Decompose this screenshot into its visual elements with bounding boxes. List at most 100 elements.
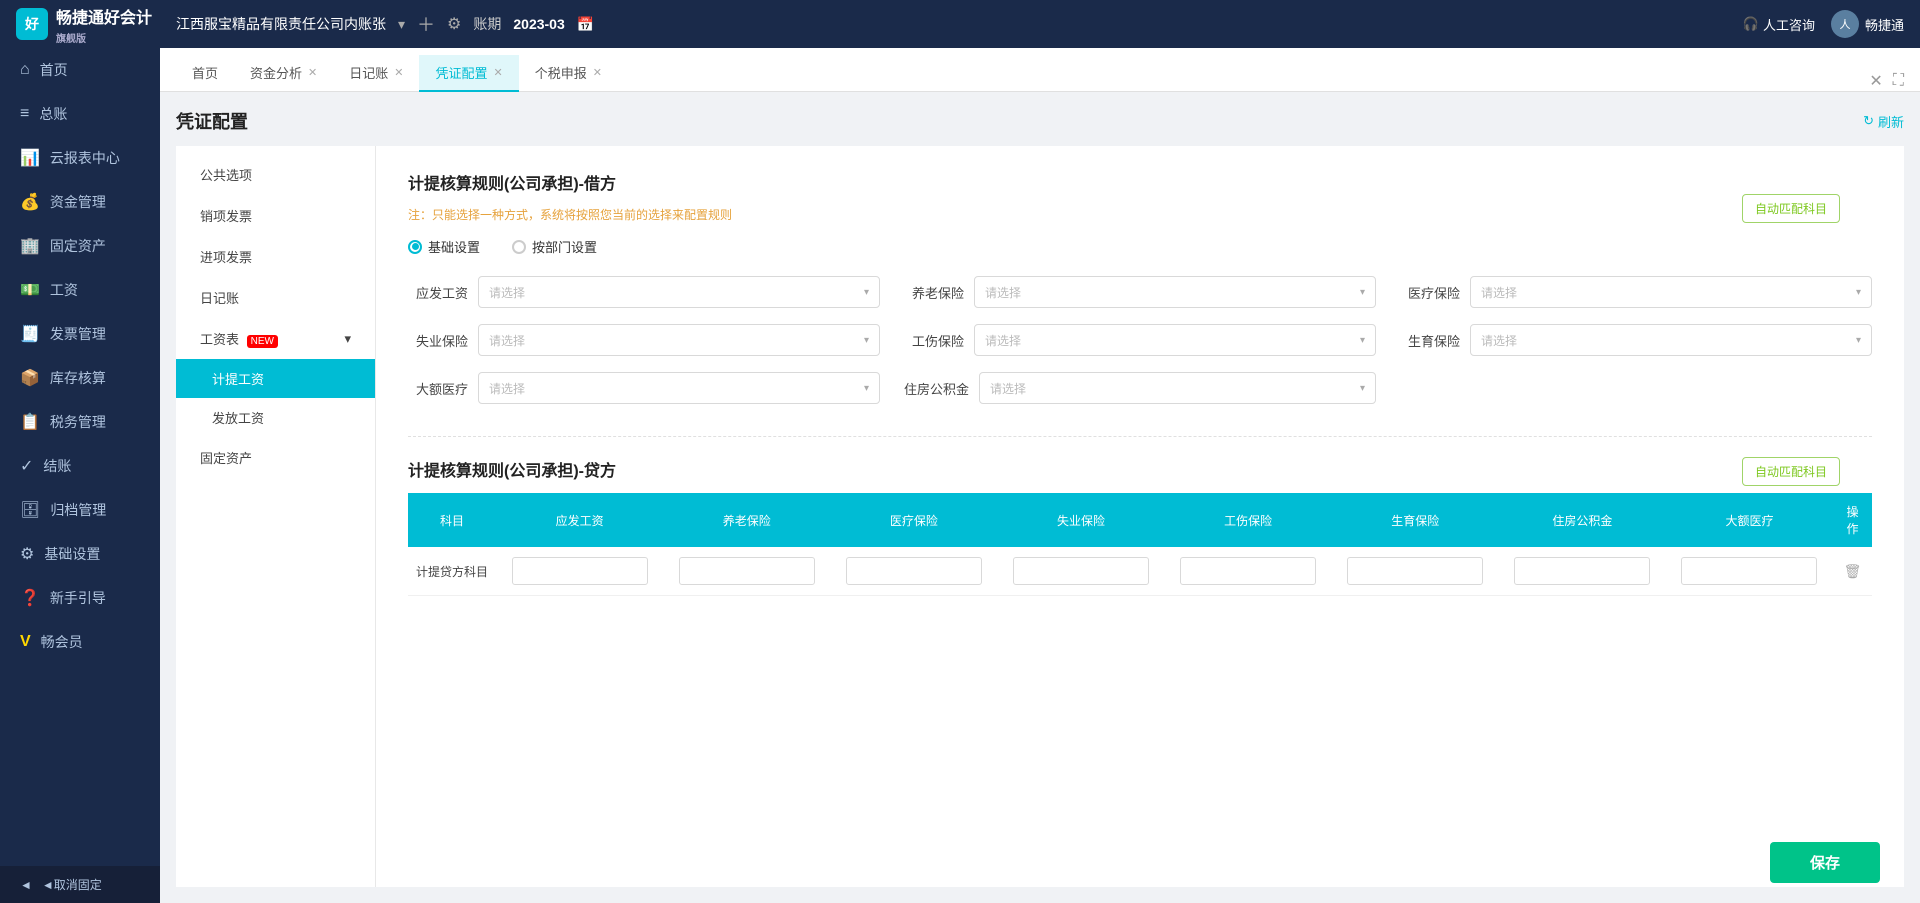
salary-select-placeholder: 请选择 bbox=[489, 284, 525, 301]
tab-tax-report-close[interactable]: ✕ bbox=[593, 66, 602, 79]
housing-table-input[interactable] bbox=[1514, 557, 1650, 585]
sidebar-item-member[interactable]: V 畅会员 bbox=[0, 620, 160, 664]
user-info[interactable]: 人 畅捷通 bbox=[1831, 10, 1904, 38]
td-pension-input[interactable] bbox=[663, 547, 830, 596]
debit-section: 计提核算规则(公司承担)-借方 注：只能选择一种方式，系统将按照您当前的选择来配… bbox=[408, 170, 1872, 404]
large-medical-table-input[interactable] bbox=[1681, 557, 1817, 585]
sidebar-item-invoice-mgmt[interactable]: 🧾 发票管理 bbox=[0, 312, 160, 356]
headset-icon: 🎧 bbox=[1743, 16, 1759, 32]
td-housing-input[interactable] bbox=[1499, 547, 1666, 596]
tab-journal-close[interactable]: ✕ bbox=[394, 66, 403, 79]
sidebar-item-guide[interactable]: ❓ 新手引导 bbox=[0, 576, 160, 620]
radio-basic[interactable]: 基础设置 bbox=[408, 237, 480, 256]
sidebar-label-reports: 云报表中心 bbox=[50, 148, 120, 168]
debit-auto-match-button[interactable]: 自动匹配科目 bbox=[1742, 194, 1840, 223]
user-label: 畅捷通 bbox=[1865, 15, 1904, 34]
inner-layout: 公共选项 销项发票 进项发票 日记账 工资表 NEW bbox=[176, 146, 1904, 887]
tab-capital-analysis-close[interactable]: ✕ bbox=[308, 66, 317, 79]
left-menu-purchase-invoice[interactable]: 进项发票 bbox=[176, 236, 375, 277]
delete-row-icon[interactable]: 🗑 bbox=[1844, 563, 1862, 579]
work-injury-table-input[interactable] bbox=[1180, 557, 1316, 585]
maternity-select[interactable]: 请选择 ▾ bbox=[1470, 324, 1872, 356]
left-menu-public[interactable]: 公共选项 bbox=[176, 154, 375, 195]
work-injury-select[interactable]: 请选择 ▾ bbox=[974, 324, 1376, 356]
salary-select[interactable]: 请选择 ▾ bbox=[478, 276, 880, 308]
form-item-housing-fund: 住房公积金 请选择 ▾ bbox=[904, 372, 1376, 404]
th-maternity: 生育保险 bbox=[1332, 493, 1499, 547]
calendar-icon[interactable]: 📅 bbox=[577, 16, 594, 33]
sidebar-item-fixed-assets[interactable]: 🏢 固定资产 bbox=[0, 224, 160, 268]
large-medical-select[interactable]: 请选择 ▾ bbox=[478, 372, 880, 404]
pension-table-input[interactable] bbox=[679, 557, 815, 585]
sidebar-item-inventory[interactable]: 📦 库存核算 bbox=[0, 356, 160, 400]
left-menu-sales-invoice[interactable]: 销项发票 bbox=[176, 195, 375, 236]
salary-table-input[interactable] bbox=[512, 557, 648, 585]
tab-capital-analysis[interactable]: 资金分析 ✕ bbox=[234, 55, 333, 92]
sidebar-item-capital[interactable]: 💰 资金管理 bbox=[0, 180, 160, 224]
dropdown-icon[interactable]: ▾ bbox=[398, 16, 405, 33]
medical-table-input[interactable] bbox=[846, 557, 982, 585]
large-medical-select-placeholder: 请选择 bbox=[489, 380, 525, 397]
maternity-select-placeholder: 请选择 bbox=[1481, 332, 1517, 349]
housing-fund-select[interactable]: 请选择 ▾ bbox=[979, 372, 1376, 404]
maternity-table-input[interactable] bbox=[1347, 557, 1483, 585]
settings-icon[interactable]: ⚙ bbox=[447, 14, 461, 34]
pension-select[interactable]: 请选择 ▾ bbox=[974, 276, 1376, 308]
credit-auto-match-button[interactable]: 自动匹配科目 bbox=[1742, 457, 1840, 486]
sidebar-item-home[interactable]: ⌂ 首页 bbox=[0, 48, 160, 92]
tab-journal-label: 日记账 bbox=[349, 63, 388, 82]
left-menu-salary-accrual[interactable]: 计提工资 bbox=[176, 359, 375, 398]
table-header-row: 科目 应发工资 养老保险 医疗保险 失业保险 工伤保险 生育保险 住房公积金 大… bbox=[408, 493, 1872, 547]
left-menu-fixed-assets[interactable]: 固定资产 bbox=[176, 437, 375, 478]
refresh-button[interactable]: ↻ 刷新 bbox=[1863, 112, 1904, 131]
tab-tax-report-label: 个税申报 bbox=[535, 63, 587, 82]
td-large-medical-input[interactable] bbox=[1666, 547, 1833, 596]
tab-home[interactable]: 首页 bbox=[176, 55, 234, 92]
td-delete[interactable]: 🗑 bbox=[1833, 547, 1872, 596]
add-icon[interactable]: ＋ bbox=[417, 11, 435, 37]
tab-voucher-config[interactable]: 凭证配置 ✕ bbox=[419, 55, 518, 92]
sidebar-item-tax[interactable]: 📋 税务管理 bbox=[0, 400, 160, 444]
td-unemployment-input[interactable] bbox=[997, 547, 1164, 596]
left-menu-journal[interactable]: 日记账 bbox=[176, 277, 375, 318]
cancel-pin-icon: ◄ bbox=[20, 878, 32, 892]
service-button[interactable]: 🎧 人工咨询 bbox=[1743, 15, 1815, 34]
sidebar-label-fixed-assets: 固定资产 bbox=[50, 236, 106, 256]
logo-icon: 好 bbox=[16, 8, 48, 40]
th-large-medical: 大额医疗 bbox=[1666, 493, 1833, 547]
sidebar-label-archive: 归档管理 bbox=[50, 500, 106, 520]
pension-label: 养老保险 bbox=[904, 283, 964, 302]
left-menu-salary-table[interactable]: 工资表 NEW ▾ bbox=[176, 318, 375, 359]
sidebar-item-reports[interactable]: 📊 云报表中心 bbox=[0, 136, 160, 180]
sidebar-label-invoice-mgmt: 发票管理 bbox=[50, 324, 106, 344]
salary-table-label: 工资表 NEW bbox=[200, 329, 278, 348]
cancel-pin-button[interactable]: ◄ ◄取消固定 bbox=[0, 866, 160, 903]
tax-icon: 📋 bbox=[20, 412, 40, 432]
topbar-right: 🎧 人工咨询 人 畅捷通 bbox=[1743, 10, 1904, 38]
sidebar-item-settings[interactable]: ⚙ 基础设置 bbox=[0, 532, 160, 576]
unemployment-table-input[interactable] bbox=[1013, 557, 1149, 585]
radio-dept-circle bbox=[512, 240, 526, 254]
tab-journal[interactable]: 日记账 ✕ bbox=[333, 55, 419, 92]
radio-dept[interactable]: 按部门设置 bbox=[512, 237, 597, 256]
maximize-window-icon[interactable]: ⛶ bbox=[1893, 72, 1904, 90]
sidebar-item-salary[interactable]: 💵 工资 bbox=[0, 268, 160, 312]
tab-tax-report[interactable]: 个税申报 ✕ bbox=[519, 55, 618, 92]
td-maternity-input[interactable] bbox=[1332, 547, 1499, 596]
sidebar-label-settlement: 结账 bbox=[43, 456, 71, 476]
td-work-injury-input[interactable] bbox=[1165, 547, 1332, 596]
td-salary-input[interactable] bbox=[496, 547, 663, 596]
form-item-work-injury: 工伤保险 请选择 ▾ bbox=[904, 324, 1376, 356]
save-button[interactable]: 保存 bbox=[1770, 842, 1880, 883]
sidebar-item-settlement[interactable]: ✓ 结账 bbox=[0, 444, 160, 488]
unemployment-select[interactable]: 请选择 ▾ bbox=[478, 324, 880, 356]
medical-select[interactable]: 请选择 ▾ bbox=[1470, 276, 1872, 308]
sidebar-item-ledger[interactable]: ≡ 总账 bbox=[0, 92, 160, 136]
close-window-icon[interactable]: ✕ bbox=[1869, 71, 1882, 91]
table-row: 计提贷方科目 🗑 bbox=[408, 547, 1872, 596]
pension-select-arrow: ▾ bbox=[1360, 287, 1365, 298]
tab-voucher-config-close[interactable]: ✕ bbox=[494, 66, 503, 79]
left-menu-salary-pay[interactable]: 发放工资 bbox=[176, 398, 375, 437]
sidebar-item-archive[interactable]: 🗄 归档管理 bbox=[0, 488, 160, 532]
td-medical-input[interactable] bbox=[830, 547, 997, 596]
